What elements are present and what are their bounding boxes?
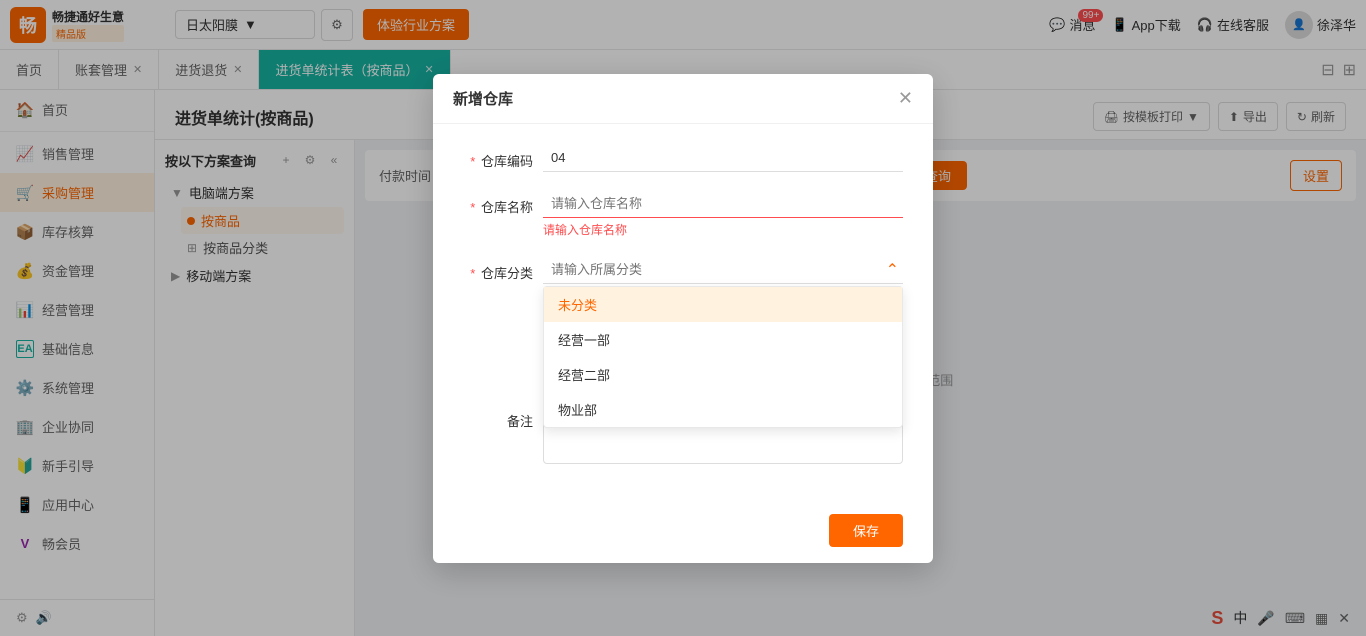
- modal-overlay[interactable]: 新增仓库 ✕ * 仓库编码 * 仓库名称: [0, 0, 1366, 636]
- dialog-footer: 保存: [433, 502, 933, 563]
- dialog-title: 新增仓库: [453, 88, 513, 109]
- form-row-category: * 仓库分类 ⌃ 未分类 经营一部 经营二部 物业部: [463, 256, 903, 284]
- dialog-body: * 仓库编码 * 仓库名称 请输入仓库名称: [433, 124, 933, 502]
- dropdown-item-1[interactable]: 经营一部: [544, 322, 902, 357]
- category-label: * 仓库分类: [463, 256, 543, 282]
- code-input[interactable]: [543, 144, 903, 172]
- required-mark-code: *: [470, 154, 475, 169]
- category-input[interactable]: [543, 256, 903, 284]
- category-dropdown: 未分类 经营一部 经营二部 物业部: [543, 286, 903, 428]
- add-warehouse-dialog: 新增仓库 ✕ * 仓库编码 * 仓库名称: [433, 74, 933, 563]
- name-label: * 仓库名称: [463, 190, 543, 216]
- category-select-wrap: ⌃ 未分类 经营一部 经营二部 物业部: [543, 256, 903, 284]
- save-button[interactable]: 保存: [829, 514, 903, 547]
- required-mark-category: *: [470, 266, 475, 281]
- dialog-header: 新增仓库 ✕: [433, 74, 933, 124]
- form-row-name: * 仓库名称 请输入仓库名称: [463, 190, 903, 238]
- name-error-msg: 请输入仓库名称: [543, 221, 903, 238]
- dropdown-item-2[interactable]: 经营二部: [544, 357, 902, 392]
- code-label: * 仓库编码: [463, 144, 543, 170]
- form-row-code: * 仓库编码: [463, 144, 903, 172]
- dialog-close-button[interactable]: ✕: [898, 88, 913, 109]
- dropdown-item-0[interactable]: 未分类: [544, 287, 902, 322]
- category-arrow-icon[interactable]: ⌃: [886, 260, 899, 280]
- required-mark-name: *: [470, 200, 475, 215]
- name-input[interactable]: [543, 190, 903, 218]
- dropdown-item-3[interactable]: 物业部: [544, 392, 902, 427]
- note-label: 备注: [463, 404, 543, 430]
